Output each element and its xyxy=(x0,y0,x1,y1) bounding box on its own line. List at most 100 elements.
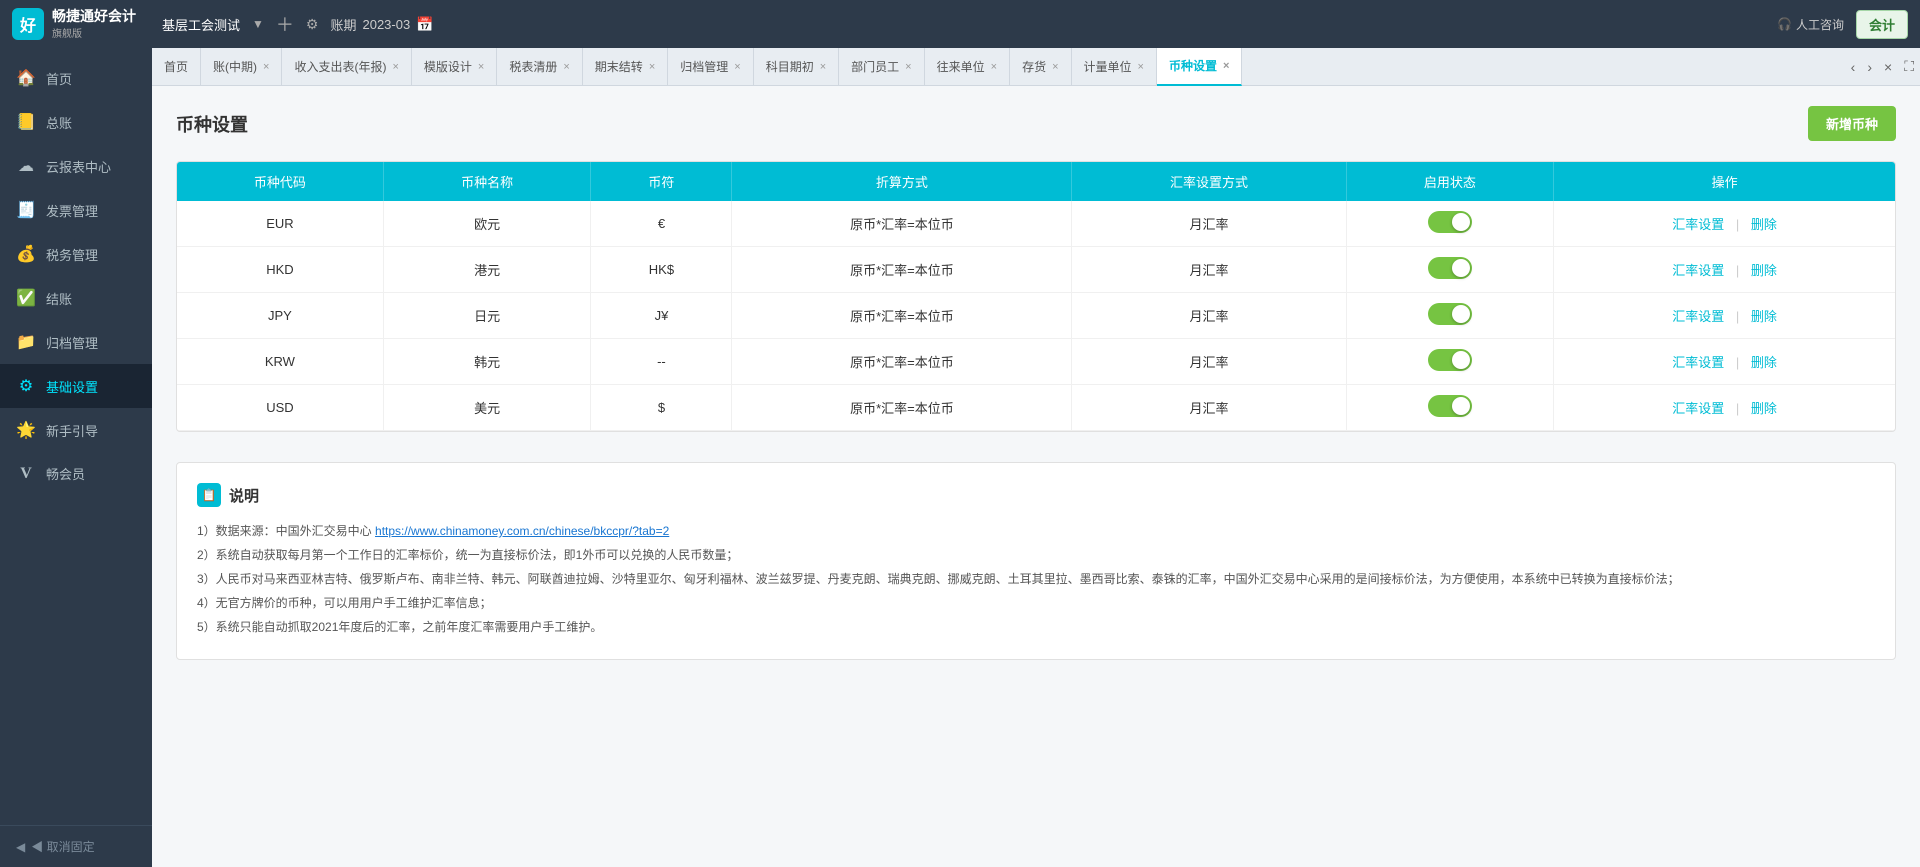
cell-symbol: J¥ xyxy=(591,293,732,339)
sidebar-item-label: 基础设置 xyxy=(46,377,98,396)
cell-status[interactable] xyxy=(1346,201,1554,247)
tab-close-finance[interactable]: × xyxy=(263,61,269,73)
tab-close-unit[interactable]: × xyxy=(1138,61,1144,73)
gear-icon: ⚙ xyxy=(16,376,36,396)
cell-rate-type: 月汇率 xyxy=(1072,339,1346,385)
tax-icon: 💰 xyxy=(16,244,36,264)
rate-setting-link[interactable]: 汇率设置 xyxy=(1672,401,1724,416)
toggle-switch[interactable] xyxy=(1428,349,1472,371)
app-name: 畅捷通好会计 xyxy=(52,8,136,25)
rate-setting-link[interactable]: 汇率设置 xyxy=(1672,309,1724,324)
sidebar-item-archive[interactable]: 📁 归档管理 xyxy=(0,320,152,364)
notes-title: 📋 说明 xyxy=(197,483,1875,507)
sidebar-item-settle[interactable]: ✅ 结账 xyxy=(0,276,152,320)
toggle-track[interactable] xyxy=(1428,303,1472,325)
tab-close-client[interactable]: × xyxy=(991,61,997,73)
cell-status[interactable] xyxy=(1346,247,1554,293)
toggle-track[interactable] xyxy=(1428,349,1472,371)
sidebar-unpin[interactable]: ◀ ◀ 取消固定 xyxy=(0,825,152,867)
toggle-track[interactable] xyxy=(1428,395,1472,417)
tab-close-template[interactable]: × xyxy=(478,61,484,73)
settle-icon: ✅ xyxy=(16,288,36,308)
cell-rate-type: 月汇率 xyxy=(1072,247,1346,293)
table-row: EUR 欧元 € 原币*汇率=本位币 月汇率 xyxy=(177,201,1895,247)
rate-setting-link[interactable]: 汇率设置 xyxy=(1672,217,1724,232)
delete-link[interactable]: 删除 xyxy=(1751,217,1777,232)
tab-income[interactable]: 收入支出表(年报) × xyxy=(282,48,411,86)
tab-close-subjects[interactable]: × xyxy=(820,61,826,73)
cell-actions: 汇率设置 | 删除 xyxy=(1554,385,1895,431)
tab-template[interactable]: 模版设计 × xyxy=(412,48,497,86)
tab-unit[interactable]: 计量单位 × xyxy=(1072,48,1157,86)
notes-link[interactable]: https://www.chinamoney.com.cn/chinese/bk… xyxy=(375,524,669,538)
toggle-switch[interactable] xyxy=(1428,211,1472,233)
sidebar-item-label: 发票管理 xyxy=(46,201,98,220)
tab-close-archive[interactable]: × xyxy=(734,61,740,73)
help-btn[interactable]: 🎧 人工咨询 xyxy=(1777,16,1844,33)
tab-close-all-btn[interactable]: × xyxy=(1878,48,1898,86)
sidebar-item-guide[interactable]: 🌟 新手引导 xyxy=(0,408,152,452)
toggle-switch[interactable] xyxy=(1428,303,1472,325)
cell-status[interactable] xyxy=(1346,385,1554,431)
cell-status[interactable] xyxy=(1346,293,1554,339)
tab-close-period-end[interactable]: × xyxy=(649,61,655,73)
delete-link[interactable]: 删除 xyxy=(1751,355,1777,370)
delete-link[interactable]: 删除 xyxy=(1751,309,1777,324)
accounting-btn[interactable]: 会计 xyxy=(1856,10,1908,39)
tab-period-end[interactable]: 期末结转 × xyxy=(583,48,668,86)
tab-dept[interactable]: 部门员工 × xyxy=(839,48,924,86)
tab-close-inventory[interactable]: × xyxy=(1052,61,1058,73)
rate-setting-link[interactable]: 汇率设置 xyxy=(1672,263,1724,278)
new-currency-btn[interactable]: 新增币种 xyxy=(1808,106,1896,141)
period-info: 账期 2023-03 📅 xyxy=(330,15,433,34)
tab-prev-btn[interactable]: ‹ xyxy=(1845,48,1862,86)
cell-code: EUR xyxy=(177,201,383,247)
cell-code: KRW xyxy=(177,339,383,385)
settings-icon[interactable]: ⚙ xyxy=(306,16,319,33)
workspace-name[interactable]: 基层工会测试 xyxy=(162,15,240,34)
tab-home[interactable]: 首页 xyxy=(152,48,201,86)
cell-calc: 原币*汇率=本位币 xyxy=(732,385,1072,431)
sidebar-item-ledger[interactable]: 📒 总账 xyxy=(0,100,152,144)
delete-link[interactable]: 删除 xyxy=(1751,263,1777,278)
tab-close-dept[interactable]: × xyxy=(905,61,911,73)
tab-close-income[interactable]: × xyxy=(392,61,398,73)
sidebar-item-reports[interactable]: ☁ 云报表中心 xyxy=(0,144,152,188)
calendar-icon[interactable]: 📅 xyxy=(416,16,433,33)
sidebar-item-invoice[interactable]: 🧾 发票管理 xyxy=(0,188,152,232)
tab-currency[interactable]: 币种设置 × xyxy=(1157,48,1242,86)
toggle-track[interactable] xyxy=(1428,211,1472,233)
tab-expand-btn[interactable]: ⛶ xyxy=(1898,48,1920,86)
sidebar-item-settings[interactable]: ⚙ 基础设置 xyxy=(0,364,152,408)
tab-tax[interactable]: 税表清册 × xyxy=(497,48,582,86)
workspace-arrow-icon[interactable]: ▼ xyxy=(252,17,264,31)
toggle-track[interactable] xyxy=(1428,257,1472,279)
tab-inventory[interactable]: 存货 × xyxy=(1010,48,1071,86)
tab-archive[interactable]: 归档管理 × xyxy=(668,48,753,86)
delete-link[interactable]: 删除 xyxy=(1751,401,1777,416)
tab-subjects[interactable]: 科目期初 × xyxy=(754,48,839,86)
notes-icon: 📋 xyxy=(197,483,221,507)
sidebar-item-tax[interactable]: 💰 税务管理 xyxy=(0,232,152,276)
tab-close-currency[interactable]: × xyxy=(1223,60,1229,72)
add-workspace-icon[interactable]: ＋ xyxy=(276,11,294,37)
sidebar-item-member[interactable]: V 畅会员 xyxy=(0,452,152,495)
tab-close-tax[interactable]: × xyxy=(563,61,569,73)
cell-code: JPY xyxy=(177,293,383,339)
toggle-switch[interactable] xyxy=(1428,395,1472,417)
cell-actions: 汇率设置 | 删除 xyxy=(1554,201,1895,247)
toggle-thumb xyxy=(1452,397,1470,415)
tab-finance[interactable]: 账(中期) × xyxy=(201,48,282,86)
sidebar: 🏠 首页 📒 总账 ☁ 云报表中心 🧾 发票管理 💰 税务管理 xyxy=(0,48,152,867)
sidebar-item-home[interactable]: 🏠 首页 xyxy=(0,56,152,100)
ledger-icon: 📒 xyxy=(16,112,36,132)
col-code: 币种代码 xyxy=(177,162,383,201)
toggle-switch[interactable] xyxy=(1428,257,1472,279)
tab-next-btn[interactable]: › xyxy=(1861,48,1878,86)
col-actions: 操作 xyxy=(1554,162,1895,201)
cell-status[interactable] xyxy=(1346,339,1554,385)
invoice-icon: 🧾 xyxy=(16,200,36,220)
tab-client[interactable]: 往来单位 × xyxy=(925,48,1010,86)
rate-setting-link[interactable]: 汇率设置 xyxy=(1672,355,1724,370)
headset-icon: 🎧 xyxy=(1777,17,1792,31)
